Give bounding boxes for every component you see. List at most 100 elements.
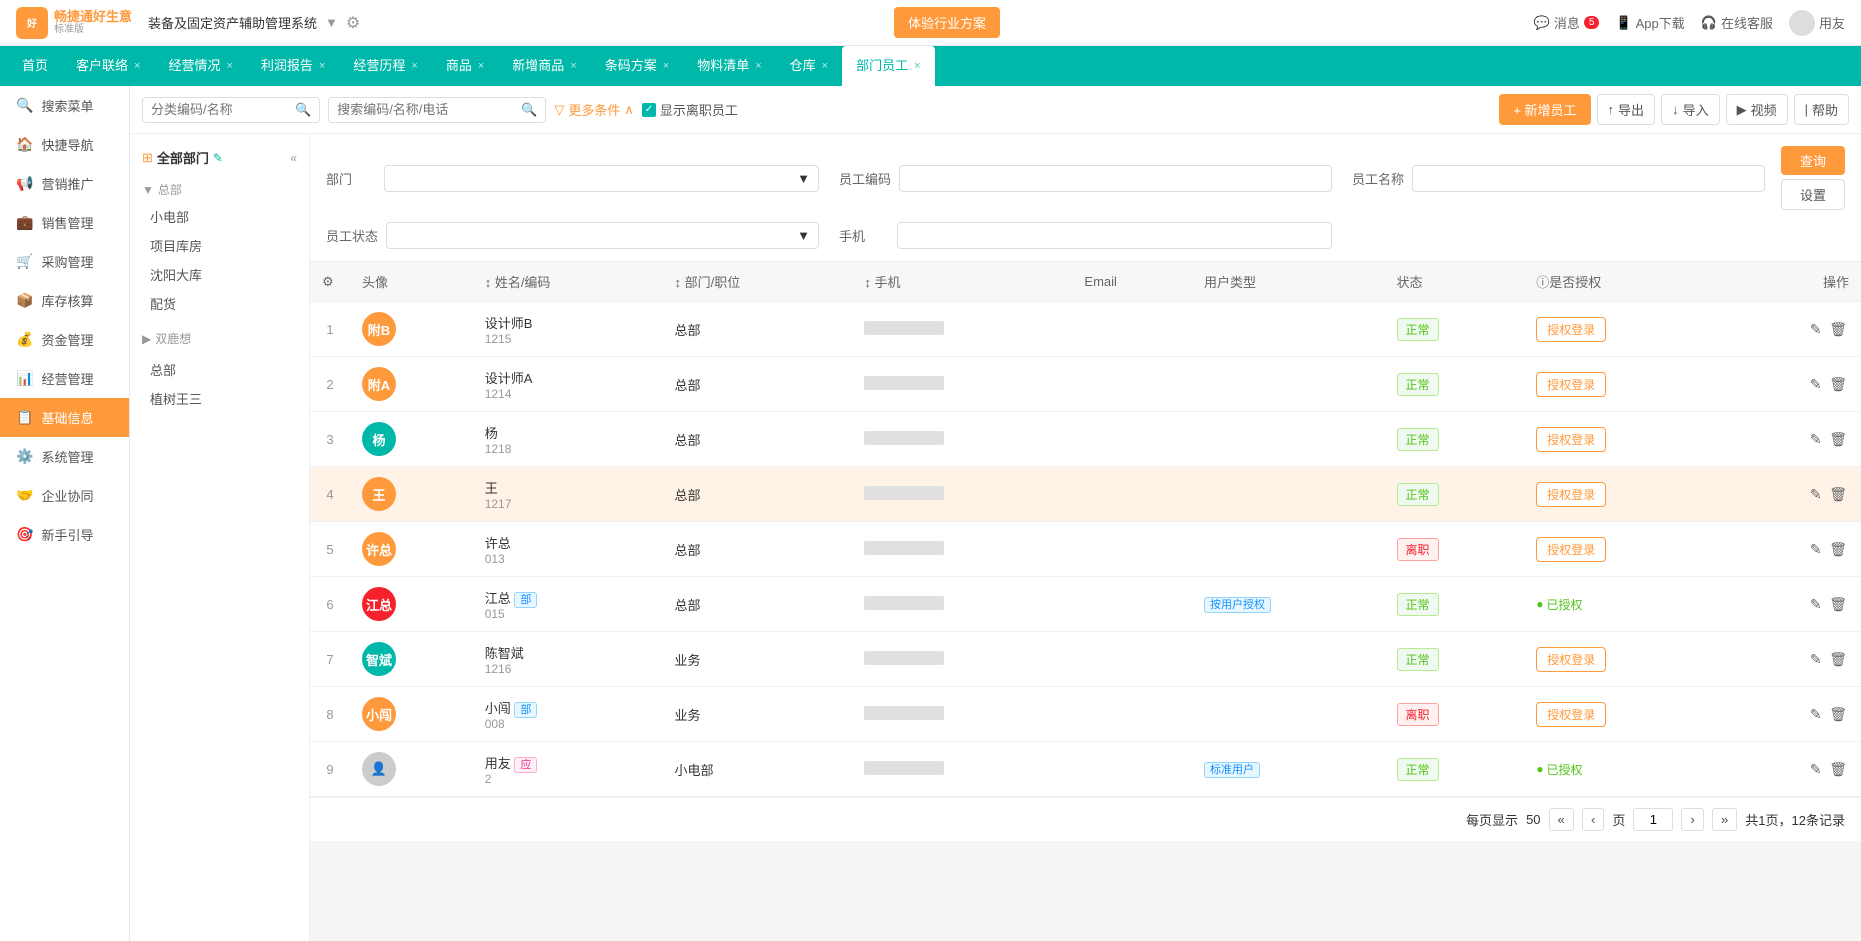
edit-dept-icon[interactable]: ✎ [213, 151, 223, 165]
close-icon[interactable]: × [226, 46, 232, 86]
edit-button[interactable]: ✎ [1810, 651, 1822, 667]
dept-section-label[interactable]: ▼ 总部 [130, 177, 309, 202]
employee-search-input[interactable] [337, 102, 517, 117]
tab-profit[interactable]: 利润报告 × [247, 46, 339, 86]
sidebar-item-search[interactable]: 🔍搜索菜单 [0, 86, 129, 125]
tab-warehouse[interactable]: 仓库 × [776, 46, 842, 86]
delete-button[interactable]: 🗑 [1829, 431, 1847, 447]
auth-button[interactable]: 授权登录 [1536, 427, 1606, 452]
set-button[interactable]: 设置 [1781, 179, 1845, 210]
edit-button[interactable]: ✎ [1810, 431, 1822, 447]
close-icon[interactable]: × [319, 46, 325, 86]
auth-button[interactable]: 授权登录 [1536, 372, 1606, 397]
tab-home[interactable]: 首页 [8, 46, 62, 86]
close-icon[interactable]: × [663, 46, 669, 86]
edit-button[interactable]: ✎ [1810, 596, 1822, 612]
dept-item-project[interactable]: 项目库房 [130, 231, 309, 260]
edit-button[interactable]: ✎ [1810, 376, 1822, 392]
collapse-icon[interactable]: « [290, 151, 297, 165]
dept-shuanglu-label[interactable]: ▶ 双鹿想 [130, 326, 309, 351]
close-icon[interactable]: × [570, 46, 576, 86]
edit-button[interactable]: ✎ [1810, 486, 1822, 502]
dept-item-peihuo[interactable]: 配货 [130, 289, 309, 318]
sidebar-item-finance[interactable]: 💰资金管理 [0, 320, 129, 359]
edit-button[interactable]: ✎ [1810, 321, 1822, 337]
online-service-item[interactable]: 🎧 在线客服 [1701, 13, 1773, 32]
auth-button[interactable]: 授权登录 [1536, 647, 1606, 672]
close-icon[interactable]: × [478, 46, 484, 86]
more-filter-btn[interactable]: ▽ 更多条件 ∧ [554, 100, 634, 119]
page-number-input[interactable] [1633, 808, 1673, 831]
empname-filter-input[interactable] [1412, 165, 1765, 192]
tab-customer[interactable]: 客户联络 × [62, 46, 154, 86]
status-filter-select[interactable]: ▼ [386, 222, 819, 249]
tab-history[interactable]: 经营历程 × [339, 46, 431, 86]
edit-button[interactable]: ✎ [1810, 706, 1822, 722]
sidebar-item-sales[interactable]: 💼销售管理 [0, 203, 129, 242]
sidebar-item-collab[interactable]: 🤝企业协同 [0, 476, 129, 515]
message-item[interactable]: 💬 消息 5 [1534, 13, 1600, 32]
last-page-button[interactable]: » [1712, 808, 1737, 831]
auth-button[interactable]: 授权登录 [1536, 482, 1606, 507]
tab-bom[interactable]: 物料清单 × [683, 46, 775, 86]
search-button[interactable]: 查询 [1781, 146, 1845, 175]
delete-button[interactable]: 🗑 [1829, 486, 1847, 502]
employee-search-box[interactable]: 🔍 [328, 97, 546, 123]
col-phone[interactable]: ↕ 手机 [852, 262, 1072, 302]
auth-button[interactable]: 授权登录 [1536, 702, 1606, 727]
import-button[interactable]: ↓ 导入 [1661, 94, 1720, 125]
prev-page-button[interactable]: ‹ [1582, 808, 1604, 831]
col-settings[interactable]: ⚙ [310, 262, 350, 302]
sidebar-item-basic[interactable]: 📋基础信息 [0, 398, 129, 437]
auth-button[interactable]: 授权登录 [1536, 317, 1606, 342]
close-icon[interactable]: × [134, 46, 140, 86]
settings-icon[interactable]: ⚙ [346, 13, 360, 33]
tab-operations[interactable]: 经营情况 × [154, 46, 246, 86]
tab-barcode[interactable]: 条码方案 × [591, 46, 683, 86]
edit-button[interactable]: ✎ [1810, 541, 1822, 557]
close-icon[interactable]: × [411, 46, 417, 86]
edit-button[interactable]: ✎ [1810, 761, 1822, 777]
empcode-filter-input[interactable] [899, 165, 1332, 192]
dept-item-xiaodian[interactable]: 小电部 [130, 202, 309, 231]
next-page-button[interactable]: › [1681, 808, 1703, 831]
app-download-item[interactable]: 📱 App下载 [1615, 13, 1684, 32]
search-input[interactable] [151, 102, 291, 117]
dept-item-shenyang[interactable]: 沈阳大库 [130, 260, 309, 289]
employee-search-icon[interactable]: 🔍 [521, 102, 537, 118]
tab-goods[interactable]: 商品 × [432, 46, 498, 86]
sidebar-item-operation[interactable]: 📊经营管理 [0, 359, 129, 398]
trial-button[interactable]: 体验行业方案 [894, 7, 1000, 38]
dept-item-zhishu[interactable]: 植树王三 [130, 384, 309, 413]
dept-filter-select[interactable]: ▼ [384, 165, 819, 192]
close-icon[interactable]: × [822, 46, 828, 86]
sidebar-item-nav[interactable]: 🏠快捷导航 [0, 125, 129, 164]
delete-button[interactable]: 🗑 [1829, 541, 1847, 557]
delete-button[interactable]: 🗑 [1829, 596, 1847, 612]
user-item[interactable]: 用友 [1789, 10, 1845, 36]
auth-button[interactable]: 授权登录 [1536, 537, 1606, 562]
all-dept-label[interactable]: 全部部门 [157, 148, 209, 167]
show-resigned-toggle[interactable]: ✓ 显示离职员工 [642, 100, 738, 119]
sidebar-item-inventory[interactable]: 📦库存核算 [0, 281, 129, 320]
col-dept[interactable]: ↕ 部门/职位 [663, 262, 853, 302]
delete-button[interactable]: 🗑 [1829, 761, 1847, 777]
sidebar-item-marketing[interactable]: 📢营销推广 [0, 164, 129, 203]
close-icon[interactable]: × [755, 46, 761, 86]
first-page-button[interactable]: « [1549, 808, 1574, 831]
delete-button[interactable]: 🗑 [1829, 706, 1847, 722]
search-icon-btn[interactable]: 🔍 [295, 102, 311, 118]
phone-filter-input[interactable] [897, 222, 1332, 249]
col-name[interactable]: ↕ 姓名/编码 [473, 262, 663, 302]
help-button[interactable]: | 帮助 [1794, 94, 1849, 125]
video-button[interactable]: ▶ 视频 [1726, 94, 1788, 125]
sidebar-item-system[interactable]: ⚙️系统管理 [0, 437, 129, 476]
delete-button[interactable]: 🗑 [1829, 651, 1847, 667]
sidebar-item-purchase[interactable]: 🛒采购管理 [0, 242, 129, 281]
dept-item-zongbu[interactable]: 总部 [130, 355, 309, 384]
export-button[interactable]: ↑ 导出 [1597, 94, 1656, 125]
search-box[interactable]: 🔍 [142, 97, 320, 123]
sidebar-item-guide[interactable]: 🎯新手引导 [0, 515, 129, 554]
delete-button[interactable]: 🗑 [1829, 321, 1847, 337]
add-employee-button[interactable]: + 新增员工 [1499, 94, 1590, 125]
